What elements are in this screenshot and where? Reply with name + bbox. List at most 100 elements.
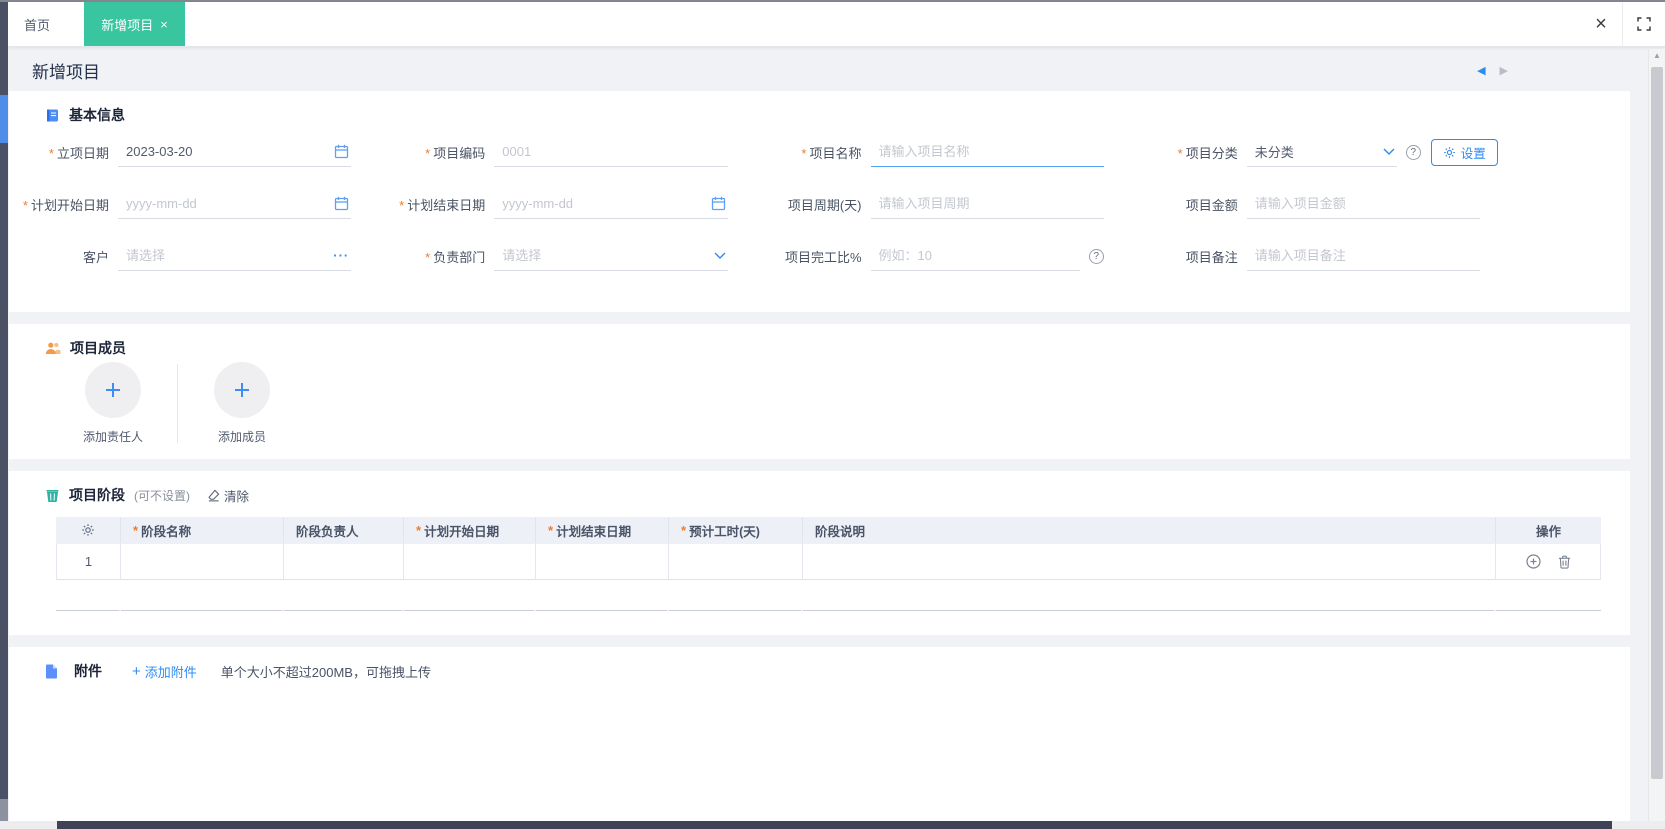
- vertical-scrollbar[interactable]: ▲: [1648, 49, 1665, 821]
- tab-new-project[interactable]: 新增项目 ×: [84, 2, 186, 46]
- notebook-icon: [45, 108, 60, 123]
- basic-info-title: 基本信息: [69, 107, 125, 123]
- prev-page-icon[interactable]: ◀: [1477, 64, 1485, 77]
- horizontal-scrollbar[interactable]: [0, 821, 1665, 829]
- field-project-category: *项目分类 ? 设置: [1138, 137, 1498, 167]
- stage-actions-cell: [1496, 544, 1601, 580]
- project-code-input[interactable]: [500, 143, 726, 160]
- column-estimated-hours: * 预计工时(天): [669, 517, 803, 543]
- field-project-code: * 项目编码: [385, 137, 728, 167]
- stages-table-footer: [56, 580, 1601, 611]
- stage-description-cell[interactable]: [803, 544, 1496, 580]
- plus-circle-icon[interactable]: [1525, 554, 1541, 569]
- stages-table: * 阶段名称 阶段负责人 * 计划开始日期 * 计划结束日期 * 预计工时(天) 阶段说…: [56, 517, 1601, 611]
- planned-start-date-input[interactable]: [124, 195, 329, 212]
- add-owner-label: 添加责任人: [82, 430, 143, 444]
- add-member-group: 添加成员: [178, 362, 306, 445]
- question-icon[interactable]: ?: [1405, 144, 1421, 160]
- field-approval-date: * 立项日期: [9, 137, 352, 167]
- calendar-icon[interactable]: [334, 196, 349, 211]
- sidebar-scroll-thumb[interactable]: [0, 95, 8, 143]
- basic-info-card: 基本信息 *立项日期 *项目编码: [9, 91, 1630, 312]
- calendar-icon[interactable]: [711, 196, 726, 211]
- field-label: 客户: [82, 249, 109, 265]
- stage-hours-cell[interactable]: [669, 544, 803, 580]
- window-close-button[interactable]: ×: [1580, 2, 1622, 46]
- stage-end-cell[interactable]: [536, 544, 669, 580]
- stages-icon: [45, 488, 60, 503]
- field-label: 负责部门: [433, 249, 486, 265]
- field-project-remark: 项目备注: [1138, 241, 1480, 271]
- approval-date-input[interactable]: [124, 143, 329, 160]
- column-settings-button[interactable]: [56, 517, 121, 543]
- trash-icon[interactable]: [1558, 555, 1571, 569]
- field-planned-start-date: * 计划开始日期: [9, 189, 352, 219]
- calendar-icon[interactable]: [334, 144, 349, 159]
- tab-home[interactable]: 首页: [8, 2, 66, 46]
- field-project-amount: 项目金额: [1138, 189, 1480, 219]
- stages-note: (可不设置): [134, 488, 190, 503]
- tab-bar: 首页 新增项目 × ×: [8, 2, 1665, 47]
- page-header: 新增项目 ◀ ▶: [8, 49, 1648, 91]
- project-duration-input[interactable]: [876, 195, 1102, 212]
- gear-icon: [81, 523, 95, 537]
- column-stage-description: 阶段说明: [803, 517, 1496, 543]
- project-category-input[interactable]: [1252, 143, 1377, 160]
- add-member-label: 添加成员: [217, 430, 266, 444]
- fullscreen-icon: [1637, 17, 1651, 31]
- field-label: 项目编码: [433, 145, 486, 161]
- project-stages-card: 项目阶段 (可不设置) 清除 * 阶段名称 阶段负责人 * 计划开始日期 * 计…: [9, 471, 1630, 635]
- project-remark-input[interactable]: [1252, 247, 1478, 264]
- tab-close-icon[interactable]: ×: [160, 17, 168, 32]
- add-owner-button[interactable]: [85, 362, 141, 418]
- plus-icon: [103, 380, 123, 400]
- next-page-icon[interactable]: ▶: [1500, 64, 1508, 77]
- gear-icon: [1443, 146, 1456, 159]
- stage-start-cell[interactable]: [404, 544, 536, 580]
- field-responsible-department: * 负责部门: [385, 241, 728, 271]
- attachments-card: 附件 + 添加附件 单个大小不超过200MB，可拖拽上传: [9, 647, 1630, 823]
- file-icon: [45, 664, 58, 679]
- column-actions: 操作: [1496, 517, 1601, 543]
- collapsed-sidebar: [0, 2, 8, 829]
- completion-percent-input[interactable]: [876, 247, 1078, 264]
- customer-input[interactable]: [124, 247, 328, 264]
- vertical-scrollbar-thumb[interactable]: [1651, 67, 1663, 779]
- add-member-button[interactable]: [214, 362, 270, 418]
- stage-row-index: 1: [56, 544, 121, 580]
- ellipsis-icon[interactable]: ···: [333, 248, 349, 263]
- field-label: 项目备注: [1185, 249, 1238, 265]
- chevron-down-icon[interactable]: [714, 252, 726, 259]
- stage-owner-cell[interactable]: [284, 544, 404, 580]
- field-project-duration: 项目周期(天): [762, 189, 1104, 219]
- fullscreen-button[interactable]: [1623, 2, 1665, 46]
- attachments-title: 附件: [74, 663, 102, 679]
- field-label: 项目分类: [1185, 145, 1238, 161]
- plus-icon: +: [132, 662, 141, 680]
- stages-table-header: * 阶段名称 阶段负责人 * 计划开始日期 * 计划结束日期 * 预计工时(天) 阶段说…: [56, 517, 1601, 543]
- field-label: 项目名称: [809, 145, 862, 161]
- field-label: 立项日期: [56, 145, 109, 161]
- field-label: 项目完工比%: [784, 249, 862, 265]
- field-planned-end-date: * 计划结束日期: [385, 189, 728, 219]
- project-members-title: 项目成员: [70, 340, 126, 356]
- category-settings-button[interactable]: 设置: [1430, 138, 1498, 166]
- stage-name-cell[interactable]: [121, 544, 284, 580]
- scroll-up-icon[interactable]: ▲: [1649, 51, 1665, 60]
- responsible-department-input[interactable]: [500, 247, 708, 264]
- planned-end-date-input[interactable]: [500, 195, 705, 212]
- project-members-card: 项目成员 添加责任人 添加成员: [9, 324, 1630, 459]
- people-icon: [45, 341, 61, 355]
- add-owner-group: 添加责任人: [49, 362, 177, 445]
- clear-stages-button[interactable]: 清除: [207, 486, 249, 505]
- project-name-input[interactable]: [876, 143, 1102, 160]
- chevron-down-icon[interactable]: [1383, 148, 1395, 155]
- page-title: 新增项目: [32, 62, 100, 82]
- field-project-name: * 项目名称: [762, 137, 1104, 167]
- basic-info-form: *立项日期 *项目编码 *项目名称: [9, 137, 1630, 271]
- tab-new-project-label: 新增项目: [101, 17, 154, 33]
- project-amount-input[interactable]: [1252, 195, 1478, 212]
- question-icon[interactable]: ?: [1088, 248, 1104, 264]
- add-attachment-button[interactable]: + 添加附件: [132, 662, 197, 681]
- horizontal-scrollbar-thumb[interactable]: [57, 821, 1612, 829]
